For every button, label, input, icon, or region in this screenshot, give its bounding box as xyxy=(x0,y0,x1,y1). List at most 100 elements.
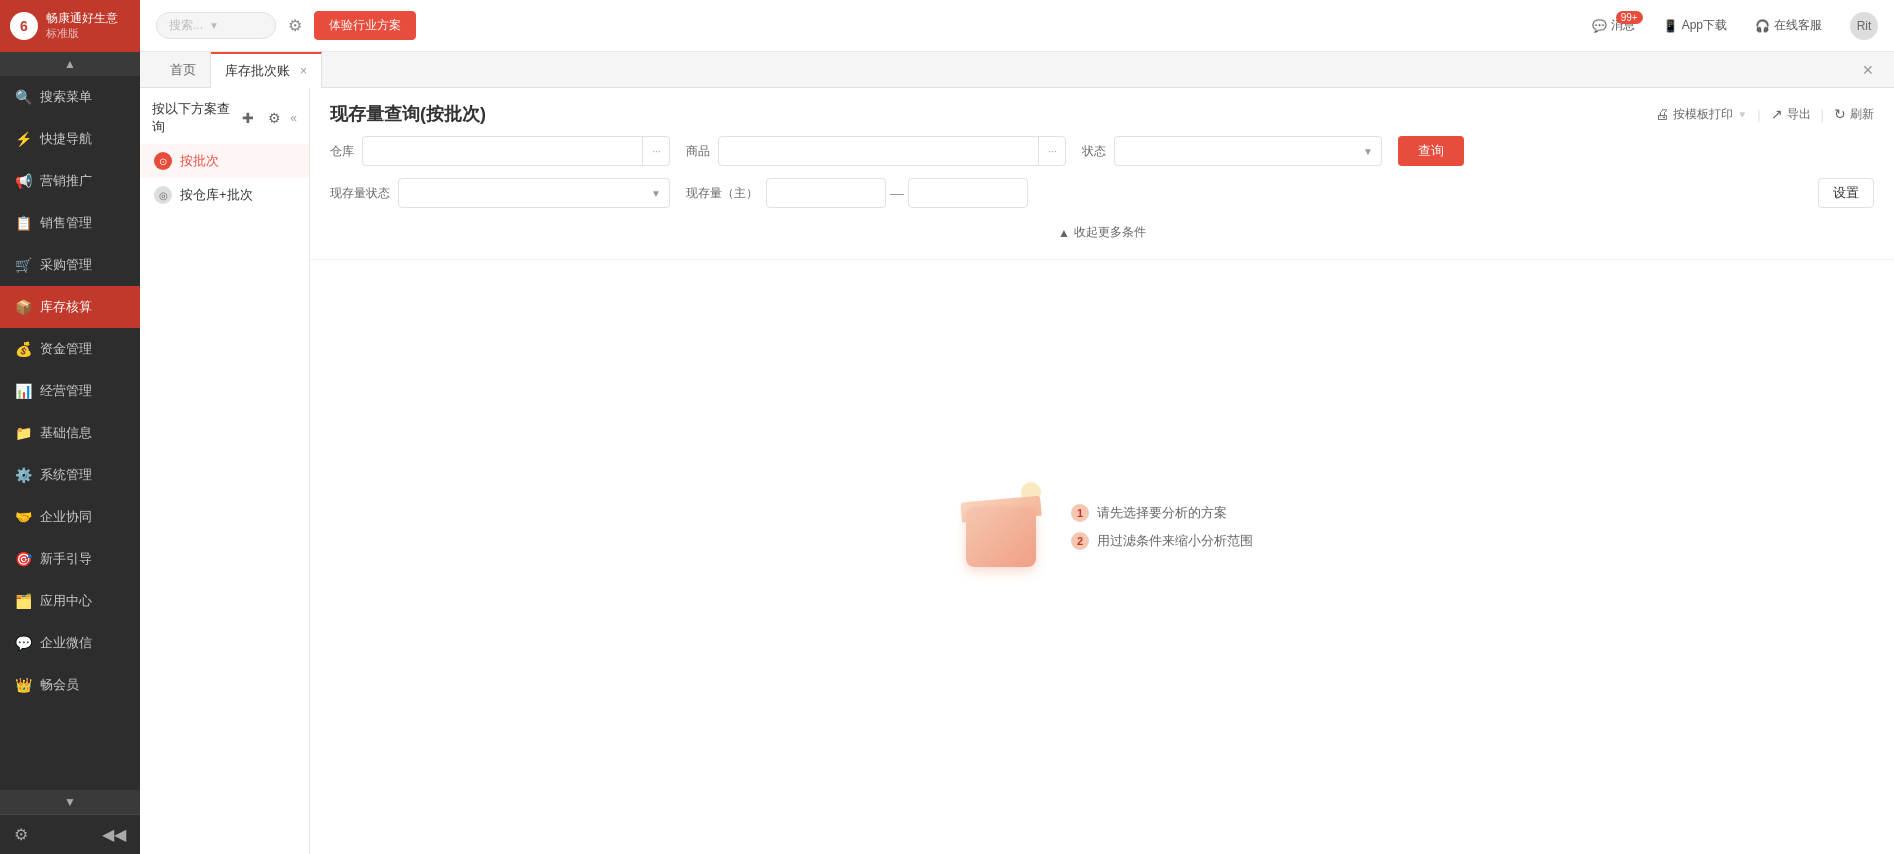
stock-amount-label: 现存量（主） xyxy=(686,185,758,202)
warehouse-label: 仓库 xyxy=(330,143,354,160)
sidebar-item-label: 营销推广 xyxy=(40,172,92,190)
finance-nav-icon: 💰 xyxy=(14,340,32,358)
sales-nav-icon: 📋 xyxy=(14,214,32,232)
sidebar-item-label: 基础信息 xyxy=(40,424,92,442)
collapse-label: 收起更多条件 xyxy=(1074,224,1146,241)
page-title-actions: 🖨 按模板打印 ▼ | ↗ 导出 | ↻ 刷新 xyxy=(1655,106,1874,123)
experience-btn[interactable]: 体验行业方案 xyxy=(314,11,416,40)
product-input-wrap: ··· xyxy=(718,136,1066,166)
warehouse-input[interactable] xyxy=(362,136,670,166)
export-icon: ↗ xyxy=(1771,106,1783,122)
tab-close-btn[interactable]: × xyxy=(300,64,307,78)
sidebar-nav: 🔍 搜索菜单 ⚡ 快捷导航 📢 营销推广 📋 销售管理 🛒 采购管理 📦 库存核… xyxy=(0,76,140,790)
main-area: 搜索... ▼ ⚙ 体验行业方案 💬 消息 99+ 📱 App下载 🎧 在线客服… xyxy=(140,0,1894,854)
stock-amount-separator: — xyxy=(886,185,908,201)
settings-button[interactable]: 设置 xyxy=(1818,178,1874,208)
scroll-down-btn[interactable]: ▼ xyxy=(0,790,140,814)
app-title: 畅康通好生意 xyxy=(46,11,118,27)
refresh-icon: ↻ xyxy=(1834,106,1846,122)
tab-inventory-batch[interactable]: 库存批次账 × xyxy=(211,52,322,88)
sidebar-item-wechat[interactable]: 💬 企业微信 xyxy=(0,622,140,664)
sidebar-item-quick[interactable]: ⚡ 快捷导航 xyxy=(0,118,140,160)
sidebar-item-label: 库存核算 xyxy=(40,298,92,316)
status-select-wrap: ▼ xyxy=(1114,136,1382,166)
settings-icon[interactable]: ⚙ xyxy=(14,825,28,844)
scheme-panel-actions: ✚ ⚙ « xyxy=(238,108,297,128)
sidebar-item-label: 资金管理 xyxy=(40,340,92,358)
sidebar-item-purchase[interactable]: 🛒 采购管理 xyxy=(0,244,140,286)
product-input[interactable] xyxy=(718,136,1066,166)
inventory-nav-icon: 📦 xyxy=(14,298,32,316)
scheme-panel-header: 按以下方案查询 ✚ ⚙ « xyxy=(140,100,309,144)
app-title-area: 畅康通好生意 标准版 xyxy=(46,11,118,42)
refresh-label: 刷新 xyxy=(1850,106,1874,123)
stock-amount-min-input[interactable] xyxy=(766,178,886,208)
user-avatar[interactable]: Rit xyxy=(1850,12,1878,40)
export-action[interactable]: ↗ 导出 xyxy=(1771,106,1811,123)
sidebar-item-label: 采购管理 xyxy=(40,256,92,274)
scheme-warehouse-batch-label: 按仓库+批次 xyxy=(180,186,253,204)
page-content: 按以下方案查询 ✚ ⚙ « ⊙ 按批次 ◎ 按仓库+批次 现存量查询(按批次) xyxy=(140,88,1894,854)
online-service-action[interactable]: 🎧 在线客服 xyxy=(1755,17,1822,34)
messages-badge: 99+ xyxy=(1616,11,1643,24)
collapse-panel-btn[interactable]: « xyxy=(290,111,297,125)
collapse-sidebar-icon[interactable]: ◀◀ xyxy=(102,825,126,844)
sidebar-item-label: 新手引导 xyxy=(40,550,92,568)
left-scheme-panel: 按以下方案查询 ✚ ⚙ « ⊙ 按批次 ◎ 按仓库+批次 xyxy=(140,88,310,854)
product-more-btn[interactable]: ··· xyxy=(1038,136,1066,166)
scheme-batch-label: 按批次 xyxy=(180,152,219,170)
query-button[interactable]: 查询 xyxy=(1398,136,1464,166)
scheme-settings-btn[interactable]: ⚙ xyxy=(264,108,284,128)
tab-home[interactable]: 首页 xyxy=(156,52,211,88)
messages-action[interactable]: 💬 消息 99+ xyxy=(1592,17,1635,34)
hint-1-text: 请先选择要分析的方案 xyxy=(1097,504,1227,522)
sidebar-item-basic[interactable]: 📁 基础信息 xyxy=(0,412,140,454)
sidebar-item-ops[interactable]: 📊 经营管理 xyxy=(0,370,140,412)
sidebar-item-label: 企业微信 xyxy=(40,634,92,652)
scheme-item-warehouse-batch[interactable]: ◎ 按仓库+批次 xyxy=(140,178,309,212)
warehouse-input-wrap: ··· xyxy=(362,136,670,166)
stock-status-label: 现存量状态 xyxy=(330,185,390,202)
empty-text: 1 请先选择要分析的方案 2 用过滤条件来缩小分析范围 xyxy=(1071,504,1253,550)
app-download-action[interactable]: 📱 App下载 xyxy=(1663,17,1727,34)
status-select[interactable] xyxy=(1115,137,1381,165)
stock-status-field: 现存量状态 ▼ xyxy=(330,178,670,208)
headset-icon: 🎧 xyxy=(1755,19,1770,33)
action-divider-2: | xyxy=(1821,107,1824,122)
product-label: 商品 xyxy=(686,143,710,160)
tabs-bar: 首页 库存批次账 × ✕ xyxy=(140,52,1894,88)
scheme-warehouse-batch-icon: ◎ xyxy=(154,186,172,204)
tab-home-label: 首页 xyxy=(170,61,196,79)
scroll-up-btn[interactable]: ▲ xyxy=(0,52,140,76)
refresh-action[interactable]: ↻ 刷新 xyxy=(1834,106,1874,123)
app-subtitle: 标准版 xyxy=(46,26,118,41)
sidebar-item-marketing[interactable]: 📢 营销推广 xyxy=(0,160,140,202)
sidebar-item-system[interactable]: ⚙️ 系统管理 xyxy=(0,454,140,496)
sidebar-item-collab[interactable]: 🤝 企业协同 xyxy=(0,496,140,538)
stock-status-select[interactable] xyxy=(399,179,669,207)
user-name: Rit xyxy=(1857,19,1872,33)
sidebar-item-sales[interactable]: 📋 销售管理 xyxy=(0,202,140,244)
hint-num-2: 2 xyxy=(1071,532,1089,550)
print-label: 按模板打印 xyxy=(1673,106,1733,123)
warehouse-more-btn[interactable]: ··· xyxy=(642,136,670,166)
print-action[interactable]: 🖨 按模板打印 ▼ xyxy=(1655,106,1747,123)
collapse-arrow-icon: ▲ xyxy=(1058,226,1070,240)
stock-amount-max-input[interactable] xyxy=(908,178,1028,208)
sidebar-item-member[interactable]: 👑 畅会员 xyxy=(0,664,140,706)
settings-gear-icon[interactable]: ⚙ xyxy=(288,16,302,35)
sidebar-header: 6 畅康通好生意 标准版 xyxy=(0,0,140,52)
sidebar-item-inventory[interactable]: 📦 库存核算 xyxy=(0,286,140,328)
sidebar-item-label: 搜索菜单 xyxy=(40,88,92,106)
sidebar-item-apps[interactable]: 🗂️ 应用中心 xyxy=(0,580,140,622)
sidebar-item-search[interactable]: 🔍 搜索菜单 xyxy=(0,76,140,118)
status-field: 状态 ▼ xyxy=(1082,136,1382,166)
tab-right-area: ✕ xyxy=(1858,60,1878,80)
app-logo: 6 xyxy=(10,12,38,40)
add-scheme-btn[interactable]: ✚ xyxy=(238,108,258,128)
collapse-more-btn[interactable]: ▲ 收起更多条件 xyxy=(330,220,1874,249)
sidebar-item-guide[interactable]: 🎯 新手引导 xyxy=(0,538,140,580)
sidebar-item-finance[interactable]: 💰 资金管理 xyxy=(0,328,140,370)
scheme-item-batch[interactable]: ⊙ 按批次 xyxy=(140,144,309,178)
close-tab-area-btn[interactable]: ✕ xyxy=(1858,60,1878,80)
